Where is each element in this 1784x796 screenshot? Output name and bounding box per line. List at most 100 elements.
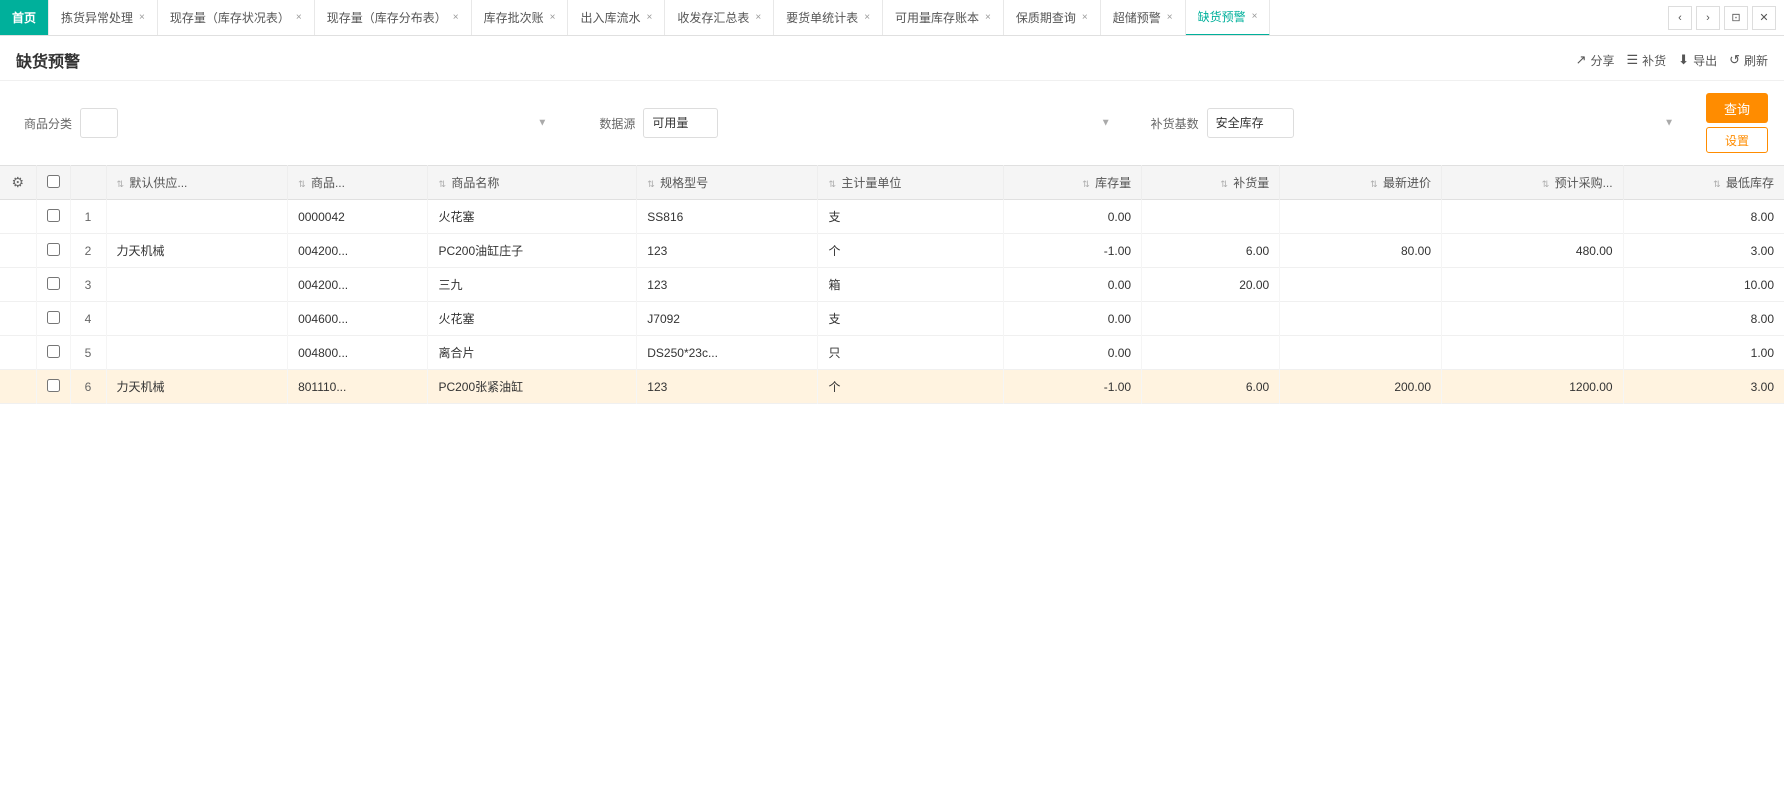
row-spec: DS250*23c... — [637, 336, 818, 370]
row-replenish — [1142, 336, 1280, 370]
gear-icon[interactable]: ⚙ — [11, 174, 24, 190]
tab-requisition-stats[interactable]: 要货单统计表 × — [774, 0, 883, 36]
row-unit: 支 — [818, 302, 1004, 336]
close-icon[interactable]: × — [139, 12, 145, 23]
close-icon[interactable]: × — [985, 12, 991, 23]
row-checkbox[interactable] — [47, 243, 60, 256]
tab-label: 现存量（库存状况表） — [170, 9, 290, 26]
close-icon[interactable]: × — [1082, 12, 1088, 23]
datasource-filter: 数据源 可用量 ▼ — [579, 108, 1118, 138]
tab-available-account[interactable]: 可用量库存账本 × — [883, 0, 1004, 36]
close-icon[interactable]: × — [1167, 12, 1173, 23]
tab-label: 现存量（库存分布表） — [327, 9, 447, 26]
tab-label: 超储预警 — [1113, 9, 1161, 26]
row-checkbox[interactable] — [47, 345, 60, 358]
row-index: 6 — [70, 370, 106, 404]
tab-collect-summary[interactable]: 收发存汇总表 × — [665, 0, 774, 36]
column-name[interactable]: ⇅ 商品名称 — [428, 166, 637, 200]
row-checkbox-cell[interactable] — [36, 302, 70, 336]
tab-picking-exception[interactable]: 拣货异常处理 × — [49, 0, 158, 36]
close-icon[interactable]: × — [755, 12, 761, 23]
chevron-down-icon: ▼ — [1101, 118, 1111, 129]
close-icon[interactable]: × — [646, 12, 652, 23]
row-stock: 0.00 — [1004, 200, 1142, 234]
row-checkbox[interactable] — [47, 209, 60, 222]
tab-current-stock-status[interactable]: 现存量（库存状况表） × — [158, 0, 315, 36]
close-icon[interactable]: × — [296, 12, 302, 23]
row-checkbox-cell[interactable] — [36, 234, 70, 268]
nav-controls: ‹ › ⊡ ✕ — [1660, 6, 1784, 30]
row-name: PC200张紧油缸 — [428, 370, 637, 404]
export-icon: ⬇ — [1678, 52, 1689, 68]
replenish-base-label: 补货基数 — [1143, 115, 1199, 132]
close-window-button[interactable]: ✕ — [1752, 6, 1776, 30]
row-checkbox[interactable] — [47, 379, 60, 392]
row-name: 离合片 — [428, 336, 637, 370]
close-icon[interactable]: × — [1252, 11, 1258, 22]
row-code: 801110... — [288, 370, 428, 404]
row-index: 2 — [70, 234, 106, 268]
column-code[interactable]: ⇅ 商品... — [288, 166, 428, 200]
column-gear[interactable]: ⚙ — [0, 166, 36, 200]
row-checkbox-cell[interactable] — [36, 370, 70, 404]
tab-label: 收发存汇总表 — [677, 9, 749, 26]
header-actions: ↗ 分享 ☰ 补货 ⬇ 导出 ↺ 刷新 — [1576, 52, 1768, 69]
column-name-label: 商品名称 — [451, 176, 499, 190]
table-body: 1 0000042 火花塞 SS816 支 0.00 8.00 2 力天机械 0… — [0, 200, 1784, 404]
row-supplier: 力天机械 — [106, 234, 288, 268]
column-min-stock[interactable]: ⇅ 最低库存 — [1623, 166, 1784, 200]
column-stock[interactable]: ⇅ 库存量 — [1004, 166, 1142, 200]
table-container: ⚙ ⇅ 默认供应... ⇅ 商品... ⇅ — [0, 165, 1784, 404]
filter-actions: 查询 设置 — [1706, 93, 1768, 153]
tab-current-stock-dist[interactable]: 现存量（库存分布表） × — [315, 0, 472, 36]
sort-icon: ⇅ — [828, 179, 836, 189]
table-row: 2 力天机械 004200... PC200油缸庄子 123 个 -1.00 6… — [0, 234, 1784, 268]
column-spec[interactable]: ⇅ 规格型号 — [637, 166, 818, 200]
column-replenish[interactable]: ⇅ 补货量 — [1142, 166, 1280, 200]
row-min-stock: 8.00 — [1623, 302, 1784, 336]
column-latest-price[interactable]: ⇅ 最新进价 — [1280, 166, 1442, 200]
column-unit[interactable]: ⇅ 主计量单位 — [818, 166, 1004, 200]
row-checkbox-cell[interactable] — [36, 268, 70, 302]
tab-shortage-warning[interactable]: 缺货预警 × — [1186, 0, 1271, 36]
sort-icon: ⇅ — [1082, 179, 1090, 189]
row-checkbox[interactable] — [47, 311, 60, 324]
share-button[interactable]: ↗ 分享 — [1576, 52, 1615, 69]
tab-in-out-flow[interactable]: 出入库流水 × — [568, 0, 665, 36]
settings-button[interactable]: 设置 — [1706, 127, 1768, 153]
replenish-base-select[interactable]: 安全库存 — [1207, 108, 1294, 138]
datasource-select[interactable]: 可用量 — [643, 108, 718, 138]
query-button[interactable]: 查询 — [1706, 93, 1768, 123]
refresh-button[interactable]: ↺ 刷新 — [1729, 52, 1768, 69]
tab-home[interactable]: 首页 — [0, 0, 49, 36]
close-icon[interactable]: × — [864, 12, 870, 23]
select-all-checkbox[interactable] — [47, 175, 60, 188]
category-select[interactable] — [80, 108, 118, 138]
sort-icon: ⇅ — [438, 179, 446, 189]
row-checkbox-cell[interactable] — [36, 200, 70, 234]
tab-quality-period[interactable]: 保质期查询 × — [1004, 0, 1101, 36]
restore-window-button[interactable]: ⊡ — [1724, 6, 1748, 30]
column-est-purchase[interactable]: ⇅ 预计采购... — [1442, 166, 1624, 200]
export-button[interactable]: ⬇ 导出 — [1678, 52, 1717, 69]
next-tab-button[interactable]: › — [1696, 6, 1720, 30]
tab-batch-account[interactable]: 库存批次账 × — [472, 0, 569, 36]
category-select-wrapper: ▼ — [80, 108, 555, 138]
tab-label: 出入库流水 — [580, 9, 640, 26]
column-supplier[interactable]: ⇅ 默认供应... — [106, 166, 288, 200]
row-checkbox[interactable] — [47, 277, 60, 290]
sort-icon: ⇅ — [1542, 179, 1550, 189]
row-gear-cell — [0, 336, 36, 370]
prev-tab-button[interactable]: ‹ — [1668, 6, 1692, 30]
column-checkbox — [36, 166, 70, 200]
row-replenish: 6.00 — [1142, 234, 1280, 268]
row-stock: 0.00 — [1004, 336, 1142, 370]
row-checkbox-cell[interactable] — [36, 336, 70, 370]
replenish-button[interactable]: ☰ 补货 — [1626, 52, 1666, 69]
close-icon[interactable]: × — [550, 12, 556, 23]
sort-icon: ⇅ — [1713, 179, 1721, 189]
tab-overstock-warning[interactable]: 超储预警 × — [1101, 0, 1186, 36]
row-min-stock: 8.00 — [1623, 200, 1784, 234]
row-min-stock: 10.00 — [1623, 268, 1784, 302]
close-icon[interactable]: × — [453, 12, 459, 23]
